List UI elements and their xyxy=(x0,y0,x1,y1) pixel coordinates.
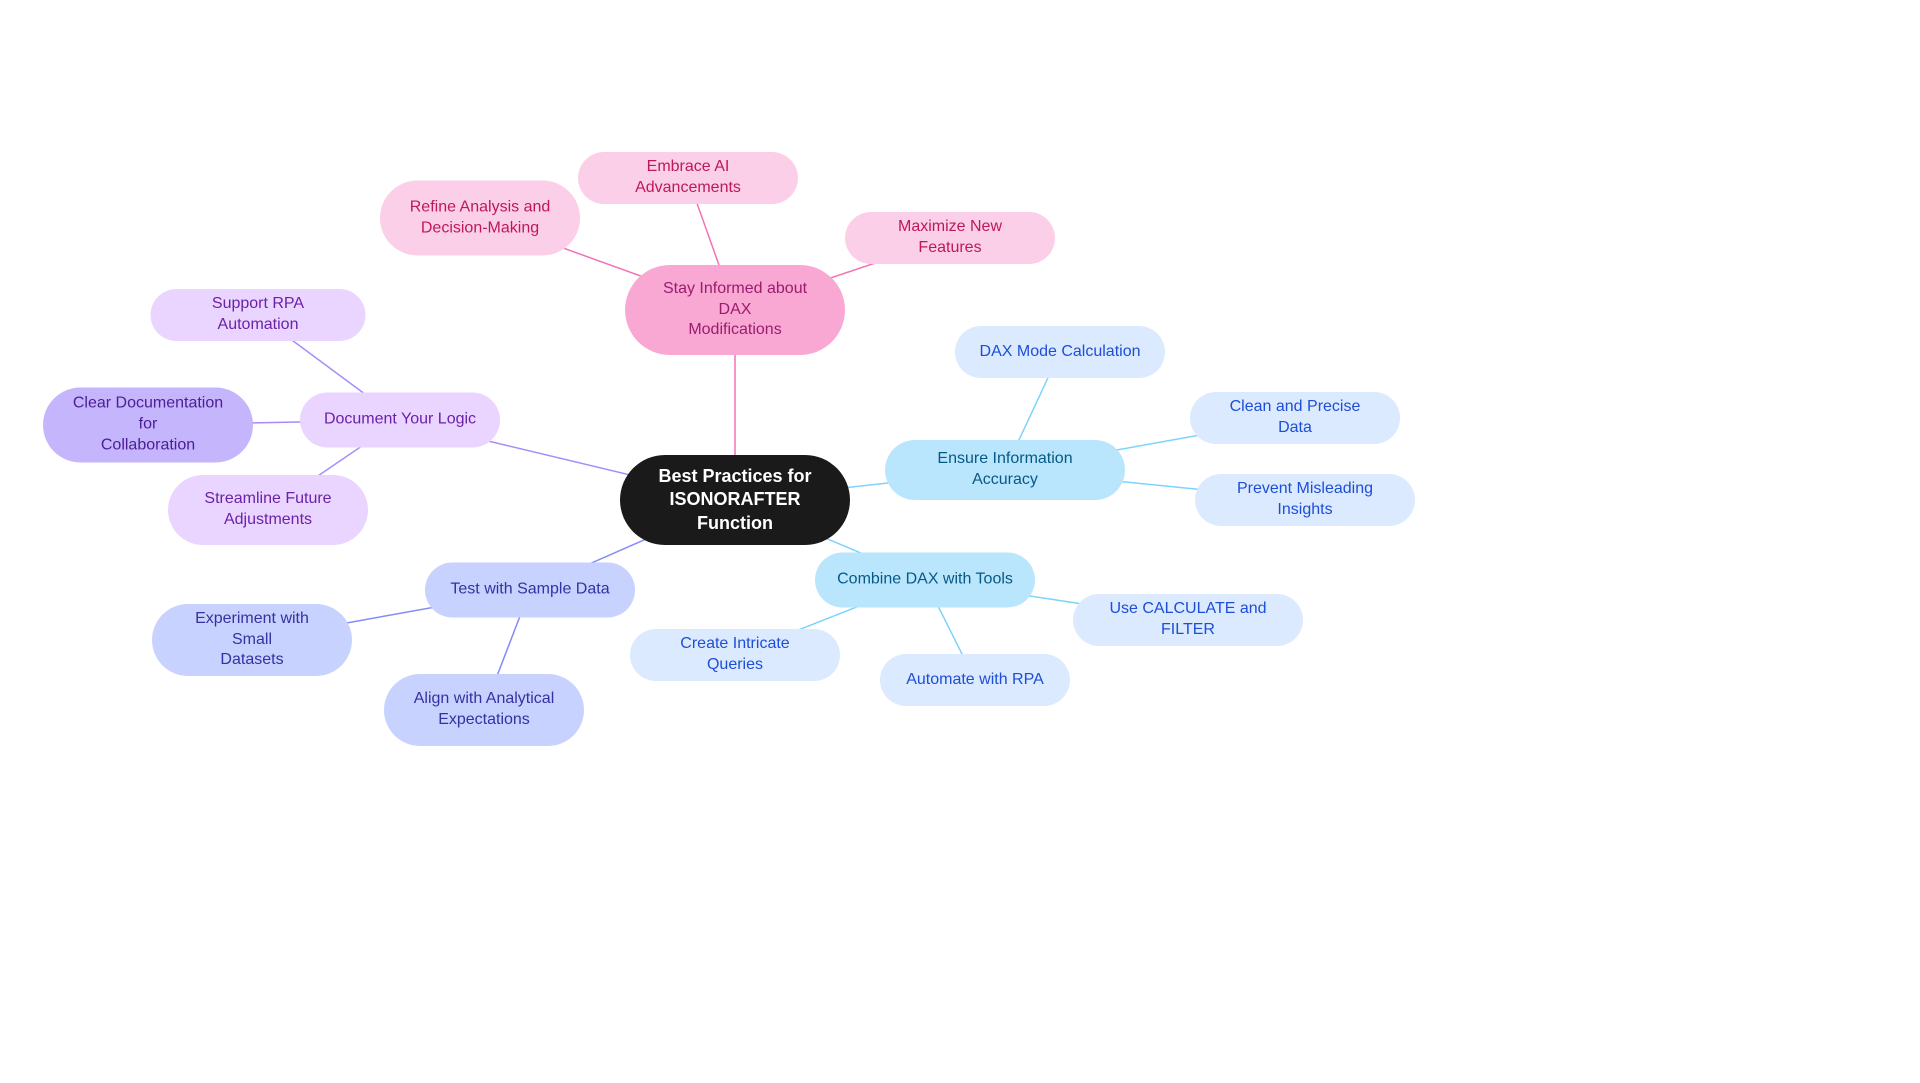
node-stay-informed: Stay Informed about DAX Modifications xyxy=(625,265,845,355)
node-test-sample: Test with Sample Data xyxy=(425,563,635,618)
node-experiment-small: Experiment with Small Datasets xyxy=(152,604,352,676)
node-clean-precise: Clean and Precise Data xyxy=(1190,392,1400,444)
node-embrace-ai: Embrace AI Advancements xyxy=(578,152,798,204)
mind-map-container: Best Practices for ISONORAFTER Function S… xyxy=(0,0,1920,1083)
node-refine-analysis: Refine Analysis and Decision-Making xyxy=(380,181,580,256)
center-node: Best Practices for ISONORAFTER Function xyxy=(620,455,850,545)
node-align-analytical: Align with Analytical Expectations xyxy=(384,674,584,746)
node-streamline-future: Streamline Future Adjustments xyxy=(168,475,368,545)
node-support-rpa: Support RPA Automation xyxy=(151,289,366,341)
node-create-intricate: Create Intricate Queries xyxy=(630,629,840,681)
node-clear-docs: Clear Documentation for Collaboration xyxy=(43,388,253,463)
node-maximize-features: Maximize New Features xyxy=(845,212,1055,264)
node-use-calculate: Use CALCULATE and FILTER xyxy=(1073,594,1303,646)
node-dax-mode: DAX Mode Calculation xyxy=(955,326,1165,378)
node-combine-dax: Combine DAX with Tools xyxy=(815,553,1035,608)
node-automate-rpa: Automate with RPA xyxy=(880,654,1070,706)
node-ensure-accuracy: Ensure Information Accuracy xyxy=(885,440,1125,500)
node-prevent-misleading: Prevent Misleading Insights xyxy=(1195,474,1415,526)
node-document-logic: Document Your Logic xyxy=(300,393,500,448)
